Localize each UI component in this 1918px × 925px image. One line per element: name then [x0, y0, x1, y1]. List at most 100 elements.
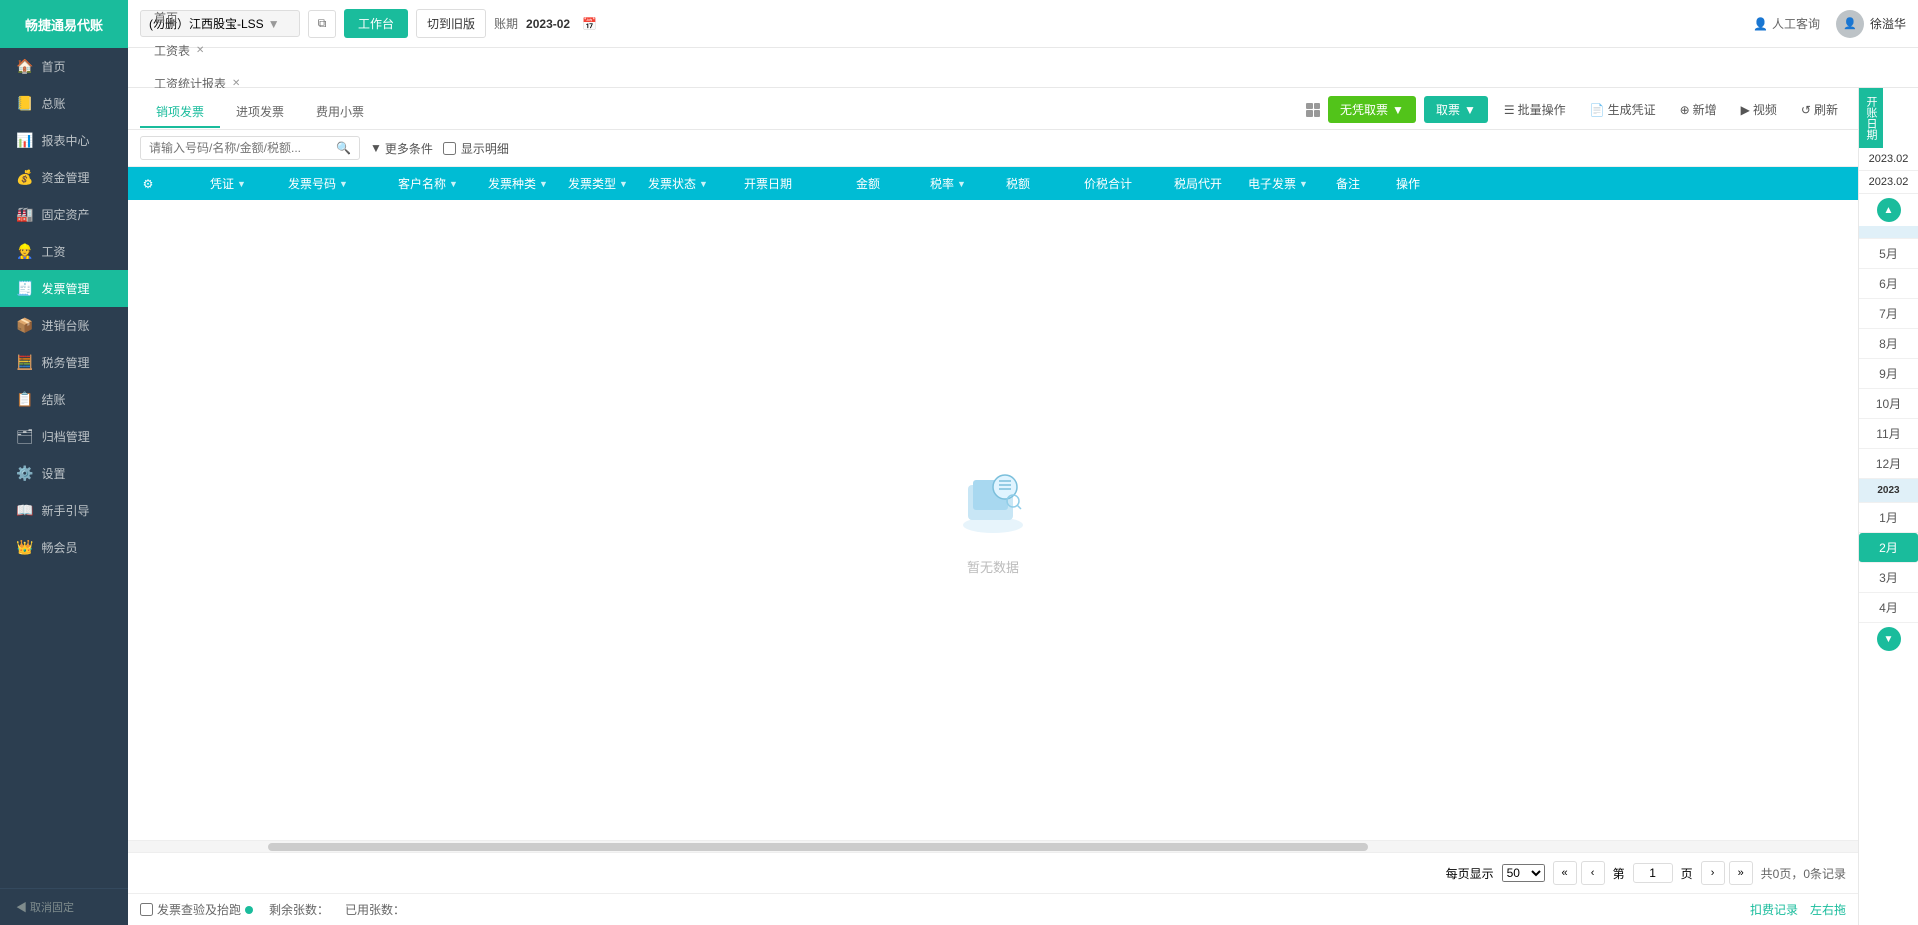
invoice-check-label[interactable]: 发票查验及抬跑 — [140, 901, 253, 918]
th-16: 操作 — [1378, 167, 1438, 200]
new-icon: ⊕ — [1680, 103, 1690, 117]
per-page-select[interactable]: 50 100 — [1502, 864, 1545, 882]
sidebar-item-12[interactable]: 📖新手引导 — [0, 492, 128, 529]
cal-month-12[interactable]: 12月 — [1859, 449, 1918, 479]
scrollbar-thumb[interactable] — [268, 843, 1368, 851]
th-10[interactable]: 税率▼ — [918, 167, 978, 200]
th-14[interactable]: 电子发票▼ — [1238, 167, 1318, 200]
refresh-btn[interactable]: ↺ 刷新 — [1793, 96, 1846, 123]
th-1 — [168, 167, 198, 200]
dropdown-icon: ▼ — [1392, 103, 1404, 117]
topbar-right: 👤 人工客询 👤 徐溢华 — [1753, 10, 1906, 38]
next-page-btn[interactable]: › — [1701, 861, 1725, 885]
switch-version-button[interactable]: 切到旧版 — [416, 9, 486, 38]
sidebar-item-5[interactable]: 👷工资 — [0, 233, 128, 270]
show-detail-checkbox[interactable]: 显示明细 — [443, 140, 509, 157]
th-3[interactable]: 发票号码▼ — [258, 167, 378, 200]
app-logo[interactable]: 畅捷通易代账 — [0, 0, 128, 48]
tab-1[interactable]: 工资表✕ — [140, 34, 254, 67]
sidebar-item-8[interactable]: 🧮税务管理 — [0, 344, 128, 381]
th-0: ⚙ — [128, 167, 168, 200]
th-13: 税局代开 — [1158, 167, 1238, 200]
user-name: 徐溢华 — [1870, 15, 1906, 32]
th-filter-3[interactable]: ▼ — [339, 179, 348, 189]
sidebar-item-3[interactable]: 💰资金管理 — [0, 159, 128, 196]
sidebar-item-7[interactable]: 📦进销台账 — [0, 307, 128, 344]
calendar-icon[interactable]: 📅 — [582, 17, 597, 31]
sidebar: 畅捷通易代账 🏠首页📒总账📊报表中心💰资金管理🏭固定资产👷工资🧾发票管理📦进销台… — [0, 0, 128, 925]
new-btn[interactable]: ⊕ 新增 — [1672, 96, 1725, 123]
cal-month-4[interactable]: 4月 — [1859, 593, 1918, 623]
cal-month-10[interactable]: 10月 — [1859, 389, 1918, 419]
cal-month-8[interactable]: 8月 — [1859, 329, 1918, 359]
th-15: 备注 — [1318, 167, 1378, 200]
invoice-check-checkbox[interactable] — [140, 903, 153, 916]
tab-close-2[interactable]: ✕ — [232, 78, 240, 89]
cal-date-2[interactable]: 2023.02 — [1859, 171, 1918, 194]
sidebar-item-11[interactable]: ⚙️设置 — [0, 455, 128, 492]
generate-voucher-btn[interactable]: 📄 生成凭证 — [1582, 96, 1664, 123]
sidebar-item-4[interactable]: 🏭固定资产 — [0, 196, 128, 233]
topbar: (勿删）江西股宝-LSS ▼ ⧉ 工作台 切到旧版 账期 2023-02 📅 👤… — [128, 0, 1918, 48]
drag-link[interactable]: 左右拖 — [1810, 901, 1846, 918]
open-period-btn[interactable]: 开账日期 — [1859, 88, 1883, 148]
page-input[interactable] — [1633, 863, 1673, 883]
sidebar-item-6[interactable]: 🧾发票管理 — [0, 270, 128, 307]
content-area: 销项发票进项发票费用小票 无凭取票 ▼ 取票 ▼ ☰ 批量 — [128, 88, 1918, 925]
th-filter-14[interactable]: ▼ — [1299, 179, 1308, 189]
th-filter-4[interactable]: ▼ — [449, 179, 458, 189]
horizontal-scrollbar[interactable] — [128, 840, 1858, 852]
sidebar-item-13[interactable]: 👑畅会员 — [0, 529, 128, 566]
cal-date-1[interactable]: 2023.02 — [1859, 148, 1918, 171]
prev-page-btn[interactable]: ‹ — [1581, 861, 1605, 885]
take-ticket-btn[interactable]: 取票 ▼ — [1424, 96, 1488, 123]
th-7[interactable]: 发票状态▼ — [638, 167, 718, 200]
sidebar-collapse-btn[interactable]: ◀ 取消固定 — [0, 888, 128, 925]
workspace-button[interactable]: 工作台 — [344, 9, 408, 38]
video-btn[interactable]: ▶ 视频 — [1733, 96, 1785, 123]
service-button[interactable]: 👤 人工客询 — [1753, 15, 1820, 32]
chevron-down-icon: ▼ — [268, 17, 280, 31]
sidebar-item-0[interactable]: 🏠首页 — [0, 48, 128, 85]
th-filter-2[interactable]: ▼ — [237, 179, 246, 189]
user-info[interactable]: 👤 徐溢华 — [1836, 10, 1906, 38]
cal-month-2[interactable]: 2月 — [1859, 533, 1918, 563]
subtab-0[interactable]: 销项发票 — [140, 97, 220, 128]
th-filter-7[interactable]: ▼ — [699, 179, 708, 189]
th-2[interactable]: 凭证▼ — [198, 167, 258, 200]
cal-month-1[interactable]: 1月 — [1859, 503, 1918, 533]
copy-button[interactable]: ⧉ — [308, 10, 336, 38]
batch-ops-btn[interactable]: ☰ 批量操作 — [1496, 96, 1574, 123]
no-voucher-btn[interactable]: 无凭取票 ▼ — [1328, 96, 1416, 123]
grid-view-icon[interactable] — [1306, 103, 1320, 117]
tab-0[interactable]: 首页 — [140, 1, 254, 34]
th-6[interactable]: 发票类型▼ — [558, 167, 638, 200]
th-filter-10[interactable]: ▼ — [957, 179, 966, 189]
more-conditions-btn[interactable]: ▼ 更多条件 — [370, 140, 433, 157]
th-4[interactable]: 客户名称▼ — [378, 167, 478, 200]
cal-month-5[interactable]: 5月 — [1859, 239, 1918, 269]
tab-close-1[interactable]: ✕ — [196, 45, 204, 56]
cal-month-11[interactable]: 11月 — [1859, 419, 1918, 449]
sidebar-item-2[interactable]: 📊报表中心 — [0, 122, 128, 159]
cal-month-7[interactable]: 7月 — [1859, 299, 1918, 329]
sidebar-item-1[interactable]: 📒总账 — [0, 85, 128, 122]
last-page-btn[interactable]: » — [1729, 861, 1753, 885]
subtab-1[interactable]: 进项发票 — [220, 97, 300, 128]
th-11: 税额 — [978, 167, 1058, 200]
cal-month-3[interactable]: 3月 — [1859, 563, 1918, 593]
deduction-record-link[interactable]: 扣费记录 — [1750, 901, 1798, 918]
th-5[interactable]: 发票种类▼ — [478, 167, 558, 200]
cal-month-9[interactable]: 9月 — [1859, 359, 1918, 389]
cal-month-6[interactable]: 6月 — [1859, 269, 1918, 299]
th-filter-6[interactable]: ▼ — [619, 179, 628, 189]
subtab-2[interactable]: 费用小票 — [300, 97, 380, 128]
cal-down-btn[interactable]: ▼ — [1877, 627, 1901, 651]
cal-up-btn[interactable]: ▲ — [1877, 198, 1901, 222]
search-input[interactable] — [149, 141, 332, 155]
used-label: 已用张数： — [345, 901, 405, 918]
first-page-btn[interactable]: « — [1553, 861, 1577, 885]
sidebar-item-9[interactable]: 📋结账 — [0, 381, 128, 418]
sidebar-item-10[interactable]: 🗂归档管理 — [0, 418, 128, 455]
th-filter-5[interactable]: ▼ — [539, 179, 548, 189]
